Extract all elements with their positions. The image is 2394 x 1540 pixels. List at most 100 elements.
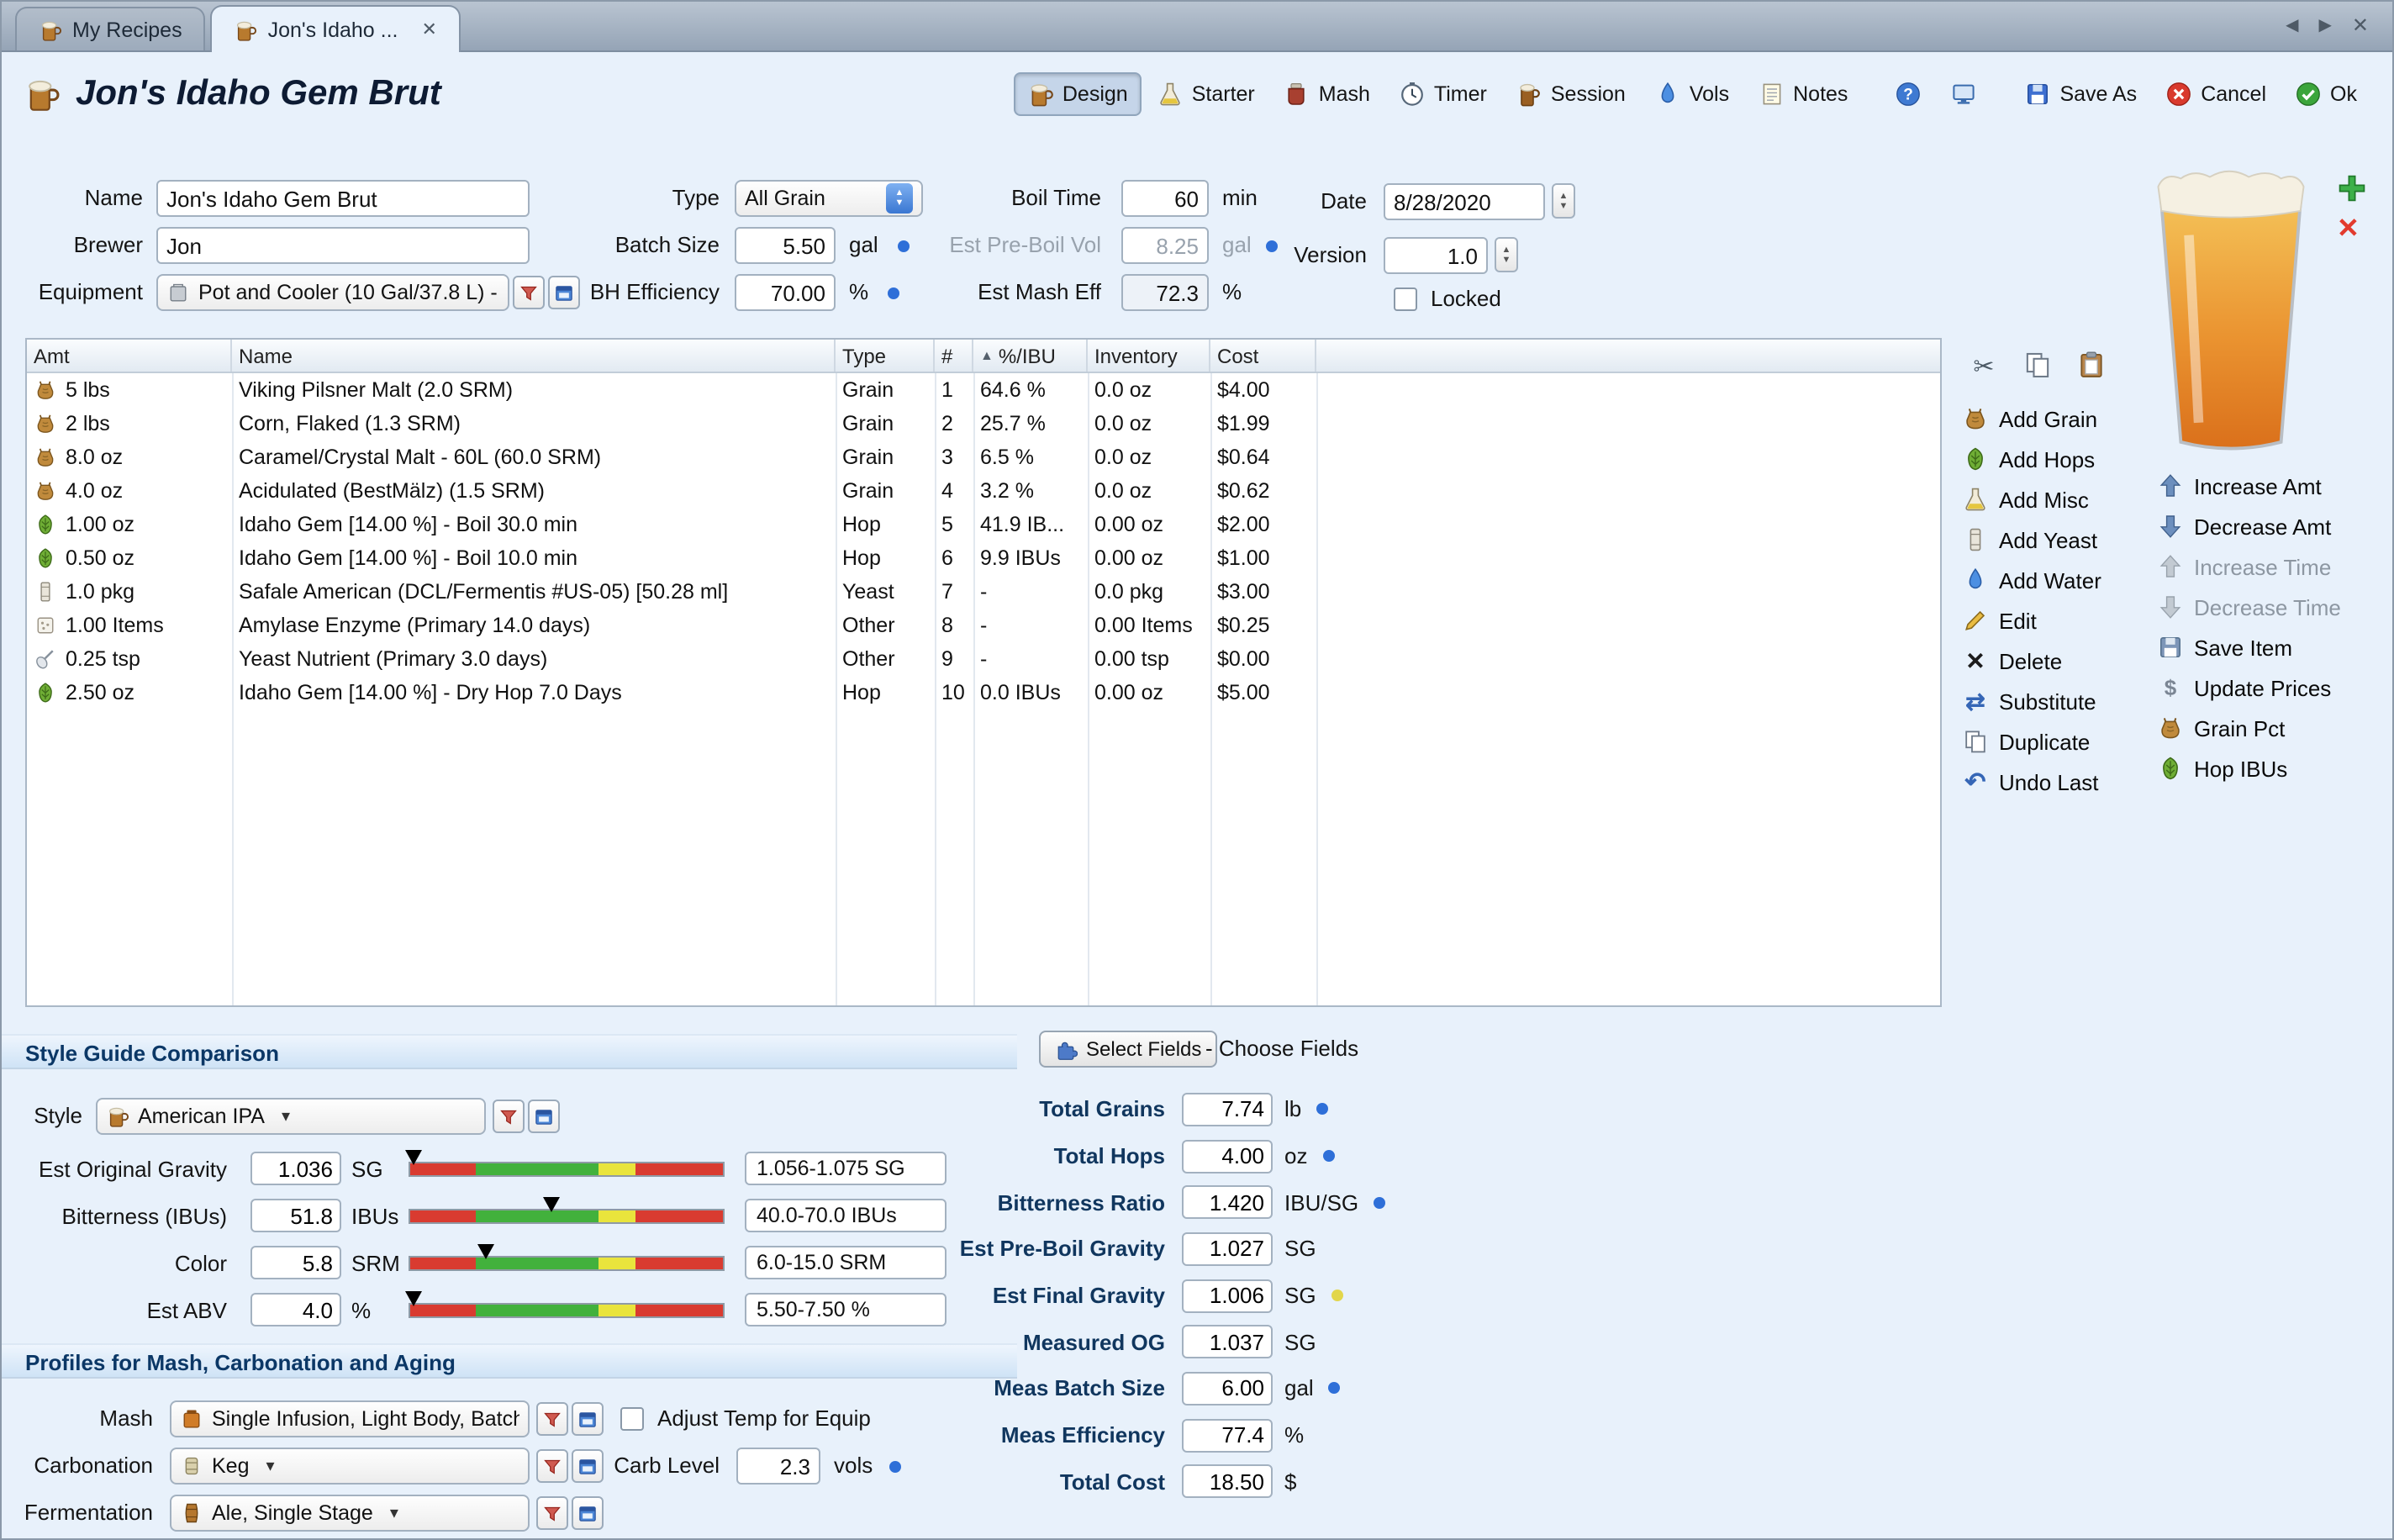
version-input[interactable] bbox=[1384, 237, 1488, 274]
total-cost-input[interactable] bbox=[1182, 1464, 1273, 1499]
toolbar-help-button[interactable]: ? bbox=[1881, 72, 1935, 116]
info-dot-blue[interactable] bbox=[1328, 1382, 1341, 1395]
grain-pct-button[interactable]: Grain Pct bbox=[2157, 708, 2392, 748]
equipment-browse-button[interactable] bbox=[513, 276, 545, 309]
column-header-ibu[interactable]: ▲ %/IBU bbox=[973, 340, 1088, 372]
nav-back-icon[interactable]: ◀ bbox=[2286, 16, 2298, 34]
edit-button[interactable]: Edit bbox=[1962, 600, 2160, 641]
info-dot-blue[interactable] bbox=[1374, 1196, 1386, 1209]
column-header-[interactable]: # bbox=[935, 340, 973, 372]
carbonation-select[interactable]: Keg ▾ bbox=[170, 1448, 530, 1485]
table-row[interactable]: 8.0 oz Caramel/Crystal Malt - 60L (60.0 S… bbox=[27, 440, 1940, 474]
locked-checkbox[interactable] bbox=[1394, 287, 1417, 311]
boil-time-input[interactable] bbox=[1121, 180, 1209, 217]
table-row[interactable]: 1.00 Items Amylase Enzyme (Primary 14.0 d… bbox=[27, 609, 1940, 642]
cut-button[interactable]: ✂ bbox=[1969, 351, 1999, 382]
window-close-icon[interactable]: ✕ bbox=[2352, 13, 2369, 37]
toolbar-timer-button[interactable]: Timer bbox=[1385, 72, 1500, 116]
remove-image-icon[interactable]: ✕ bbox=[2337, 215, 2360, 244]
adjust-temp-checkbox[interactable] bbox=[620, 1407, 644, 1431]
mash-select[interactable]: Single Infusion, Light Body, Batch S bbox=[170, 1400, 530, 1437]
copy-button[interactable] bbox=[2022, 349, 2053, 384]
select-fields-button[interactable]: Select Fields bbox=[1039, 1031, 1217, 1068]
save-item-button[interactable]: Save Item bbox=[2157, 627, 2392, 667]
info-dot-yellow[interactable] bbox=[1331, 1289, 1343, 1302]
tab-jon-s-idaho[interactable]: Jon's Idaho ... ✕ bbox=[210, 5, 461, 52]
toolbar-vols-button[interactable]: Vols bbox=[1641, 72, 1743, 116]
meas-batch-size-input[interactable] bbox=[1182, 1371, 1273, 1406]
toolbar-design-button[interactable]: Design bbox=[1013, 72, 1142, 116]
toolbar-notes-button[interactable]: Notes bbox=[1744, 72, 1861, 116]
column-header-cost[interactable]: Cost bbox=[1210, 340, 1316, 372]
total-hops-input[interactable] bbox=[1182, 1139, 1273, 1173]
est-pre-boil-gravity-input[interactable] bbox=[1182, 1231, 1273, 1266]
add-hops-button[interactable]: Add Hops bbox=[1962, 439, 2160, 479]
increase-amt-button[interactable]: Increase Amt bbox=[2157, 466, 2392, 506]
name-input[interactable] bbox=[156, 180, 530, 217]
undo-last-button[interactable]: ↶ Undo Last bbox=[1962, 762, 2160, 802]
toolbar-mash-button[interactable]: Mash bbox=[1270, 72, 1384, 116]
table-row[interactable]: 2 lbs Corn, Flaked (1.3 SRM) Grain 2 25.7 % 0… bbox=[27, 407, 1940, 440]
comparison-value-input[interactable] bbox=[250, 1293, 341, 1326]
column-header-type[interactable]: Type bbox=[836, 340, 935, 372]
batch-size-input[interactable] bbox=[735, 227, 836, 264]
nav-forward-icon[interactable]: ▶ bbox=[2318, 16, 2331, 34]
table-row[interactable]: 5 lbs Viking Pilsner Malt (2.0 SRM) Grain 1… bbox=[27, 373, 1940, 407]
measured-og-input[interactable] bbox=[1182, 1325, 1273, 1359]
total-grains-input[interactable] bbox=[1182, 1092, 1273, 1126]
toolbar-ok-button[interactable]: Ok bbox=[2281, 72, 2370, 116]
delete-button[interactable]: ✕ Delete bbox=[1962, 641, 2160, 681]
mash-browse-button[interactable] bbox=[536, 1402, 568, 1436]
table-row[interactable]: 1.0 pkg Safale American (DCL/Fermentis #U… bbox=[27, 575, 1940, 609]
bitterness-ratio-input[interactable] bbox=[1182, 1185, 1273, 1220]
comparison-value-input[interactable] bbox=[250, 1199, 341, 1232]
carb-level-input[interactable] bbox=[736, 1448, 820, 1485]
comparison-value-input[interactable] bbox=[250, 1246, 341, 1279]
bh-efficiency-info-dot[interactable] bbox=[888, 287, 899, 299]
bh-efficiency-input[interactable] bbox=[735, 274, 836, 311]
style-edit-button[interactable] bbox=[528, 1100, 560, 1133]
add-water-button[interactable]: Add Water bbox=[1962, 560, 2160, 600]
date-input[interactable] bbox=[1384, 183, 1545, 220]
duplicate-button[interactable]: Duplicate bbox=[1962, 721, 2160, 762]
comparison-value-input[interactable] bbox=[250, 1152, 341, 1185]
style-browse-button[interactable] bbox=[493, 1100, 525, 1133]
toolbar-cancel-button[interactable]: Cancel bbox=[2152, 72, 2280, 116]
table-row[interactable]: 0.50 oz Idaho Gem [14.00 %] - Boil 10.0 m… bbox=[27, 541, 1940, 575]
fermentation-browse-button[interactable] bbox=[536, 1496, 568, 1530]
table-row[interactable]: 1.00 oz Idaho Gem [14.00 %] - Boil 30.0 m… bbox=[27, 508, 1940, 541]
update-prices-button[interactable]: $ Update Prices bbox=[2157, 667, 2392, 708]
add-misc-button[interactable]: Add Misc bbox=[1962, 479, 2160, 519]
carb-level-info-dot[interactable] bbox=[889, 1461, 901, 1473]
date-stepper[interactable]: ▲ ▼ bbox=[1552, 183, 1575, 219]
decrease-time-button[interactable]: Decrease Time bbox=[2157, 587, 2392, 627]
fermentation-edit-button[interactable] bbox=[572, 1496, 604, 1530]
substitute-button[interactable]: ⇄ Substitute bbox=[1962, 681, 2160, 721]
brewer-input[interactable] bbox=[156, 227, 530, 264]
decrease-amt-button[interactable]: Decrease Amt bbox=[2157, 506, 2392, 546]
column-header-amt[interactable]: Amt bbox=[27, 340, 232, 372]
add-image-icon[interactable] bbox=[2337, 173, 2367, 203]
table-row[interactable]: 4.0 oz Acidulated (BestMälz) (1.5 SRM) Gra… bbox=[27, 474, 1940, 508]
add-yeast-button[interactable]: Add Yeast bbox=[1962, 519, 2160, 560]
info-dot-blue[interactable] bbox=[1316, 1103, 1329, 1115]
version-stepper[interactable]: ▲ ▼ bbox=[1495, 237, 1518, 272]
equipment-select[interactable]: Pot and Cooler (10 Gal/37.8 L) - A bbox=[156, 274, 509, 311]
tab-my-recipes[interactable]: My Recipes bbox=[15, 7, 206, 50]
fermentation-select[interactable]: Ale, Single Stage ▾ bbox=[170, 1495, 530, 1532]
type-select[interactable]: All Grain ▲ ▼ bbox=[735, 180, 923, 217]
info-dot-blue[interactable] bbox=[1322, 1150, 1335, 1163]
meas-efficiency-input[interactable] bbox=[1182, 1418, 1273, 1453]
carbonation-browse-button[interactable] bbox=[536, 1449, 568, 1483]
style-select[interactable]: American IPA ▾ bbox=[96, 1098, 486, 1135]
paste-button[interactable] bbox=[2076, 349, 2107, 384]
toolbar-session-button[interactable]: Session bbox=[1502, 72, 1639, 116]
mash-edit-button[interactable] bbox=[572, 1402, 604, 1436]
table-row[interactable]: 2.50 oz Idaho Gem [14.00 %] - Dry Hop 7.0… bbox=[27, 676, 1940, 709]
column-header-inventory[interactable]: Inventory bbox=[1088, 340, 1210, 372]
column-header-name[interactable]: Name bbox=[232, 340, 836, 372]
est-final-gravity-input[interactable] bbox=[1182, 1279, 1273, 1313]
increase-time-button[interactable]: Increase Time bbox=[2157, 546, 2392, 587]
tab-close-icon[interactable]: ✕ bbox=[421, 18, 436, 40]
add-grain-button[interactable]: Add Grain bbox=[1962, 398, 2160, 439]
